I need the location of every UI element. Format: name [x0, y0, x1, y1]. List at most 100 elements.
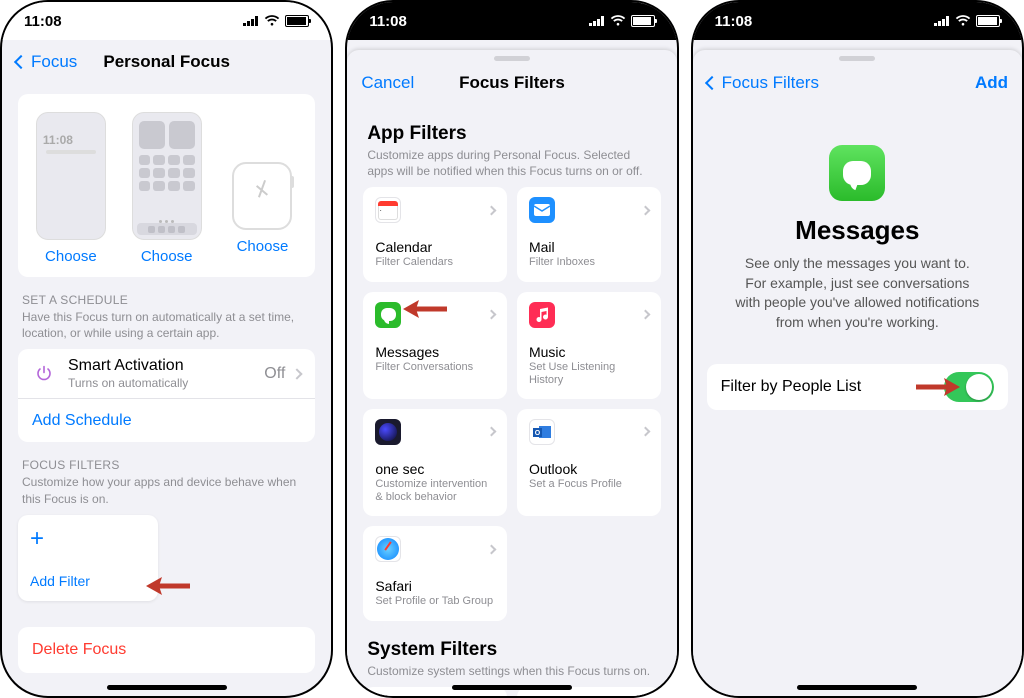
- nav-bar: Focus Personal Focus: [2, 40, 331, 84]
- status-time: 11:08: [715, 13, 753, 30]
- delete-card: Delete Focus: [18, 627, 315, 673]
- app-filter-title: Mail: [529, 239, 649, 255]
- onesec-icon: [375, 419, 401, 445]
- cal-icon: ·: [375, 197, 401, 223]
- power-icon: [32, 365, 56, 383]
- messages-title: Messages: [795, 215, 919, 246]
- app-filter-subtitle: Set Use Listening History: [529, 361, 649, 387]
- app-filter-messages[interactable]: MessagesFilter Conversations: [363, 292, 507, 399]
- app-filter-subtitle: Filter Calendars: [375, 256, 495, 269]
- chevron-right-icon: [487, 205, 497, 215]
- cellular-icon: [589, 16, 605, 26]
- safari-icon: [375, 536, 401, 562]
- battery-icon: [631, 15, 655, 27]
- schedule-desc: Have this Focus turn on automatically at…: [22, 309, 311, 341]
- choose-lock-screen[interactable]: Choose: [45, 248, 97, 265]
- outlook-icon: O: [529, 419, 555, 445]
- messages-description: See only the messages you want to. For e…: [733, 254, 982, 332]
- app-filter-subtitle: Set a Focus Profile: [529, 478, 649, 491]
- app-filter-calendar[interactable]: · CalendarFilter Calendars: [363, 187, 507, 281]
- phone-screen-1: 11:08 Focus Personal Focus 11:08 Choose: [0, 0, 333, 698]
- app-filter-mail[interactable]: MailFilter Inboxes: [517, 187, 661, 281]
- chevron-right-icon: [640, 427, 650, 437]
- status-time: 11:08: [24, 13, 62, 30]
- nav-title: Focus Filters: [459, 73, 565, 93]
- app-filter-outlook[interactable]: O OutlookSet a Focus Profile: [517, 409, 661, 516]
- app-filter-subtitle: Customize intervention & block behavior: [375, 478, 495, 504]
- schedule-header: SET A SCHEDULE: [22, 293, 311, 307]
- add-button[interactable]: Add: [975, 73, 1008, 93]
- filter-people-toggle[interactable]: [944, 372, 994, 402]
- filters-desc: Customize how your apps and device behav…: [22, 474, 311, 506]
- cancel-button[interactable]: Cancel: [361, 73, 414, 93]
- add-filter-card[interactable]: + Add Filter: [18, 515, 158, 601]
- filter-people-row[interactable]: Filter by People List: [707, 364, 1008, 410]
- app-filters-grid: · CalendarFilter Calendars MailFilter Inbo…: [363, 187, 660, 620]
- status-bar: 11:08: [2, 2, 331, 40]
- home-screen-preview[interactable]: [132, 112, 202, 240]
- home-indicator: [452, 685, 572, 690]
- delete-focus-button[interactable]: Delete Focus: [18, 627, 315, 673]
- app-filter-music[interactable]: MusicSet Use Listening History: [517, 292, 661, 399]
- back-button[interactable]: Focus Filters: [707, 73, 819, 93]
- svg-text:O: O: [535, 430, 541, 437]
- chevron-right-icon: [640, 205, 650, 215]
- wifi-icon: [955, 15, 971, 27]
- app-filter-subtitle: Filter Conversations: [375, 361, 495, 374]
- nav-bar: Focus Filters Add: [693, 61, 1022, 105]
- wifi-icon: [610, 15, 626, 27]
- customize-screens-card: 11:08 Choose Choose Choose: [18, 94, 315, 277]
- music-icon: [529, 302, 555, 328]
- system-filters-header: System Filters: [367, 639, 656, 661]
- app-filter-title: Calendar: [375, 239, 495, 255]
- app-filter-subtitle: Filter Inboxes: [529, 256, 649, 269]
- watch-face-preview[interactable]: [232, 162, 292, 230]
- app-filter-safari[interactable]: SafariSet Profile or Tab Group: [363, 526, 507, 620]
- app-filters-desc: Customize apps during Personal Focus. Se…: [367, 147, 656, 179]
- status-bar: 11:08: [693, 2, 1022, 40]
- app-filter-title: one sec: [375, 461, 495, 477]
- add-schedule-row[interactable]: Add Schedule: [18, 398, 315, 442]
- battery-icon: [976, 15, 1000, 27]
- plus-icon: +: [30, 527, 146, 551]
- chevron-left-icon: [16, 52, 28, 72]
- content-area: 11:08 Choose Choose Choose SET A SCHEDUL: [2, 84, 331, 696]
- home-indicator: [107, 685, 227, 690]
- content-area: App Filters Customize apps during Person…: [347, 105, 676, 696]
- smart-activation-row[interactable]: Smart Activation Turns on automatically …: [18, 349, 315, 398]
- choose-home-screen[interactable]: Choose: [141, 248, 193, 265]
- home-indicator: [797, 685, 917, 690]
- chevron-right-icon: [487, 427, 497, 437]
- wifi-icon: [264, 15, 280, 27]
- status-time: 11:08: [369, 13, 407, 30]
- cellular-icon: [934, 16, 950, 26]
- lock-screen-preview[interactable]: 11:08: [36, 112, 106, 240]
- app-filter-title: Outlook: [529, 461, 649, 477]
- schedule-card: Smart Activation Turns on automatically …: [18, 349, 315, 442]
- chevron-right-icon: [487, 310, 497, 320]
- chevron-left-icon: [707, 73, 719, 93]
- system-filters-desc: Customize system settings when this Focu…: [367, 663, 656, 679]
- annotation-arrow: [146, 577, 192, 595]
- filters-header: FOCUS FILTERS: [22, 458, 311, 472]
- back-button[interactable]: Focus: [16, 52, 77, 72]
- battery-icon: [285, 15, 309, 27]
- phone-screen-2: 11:08 Cancel Focus Filters App Filters C…: [345, 0, 678, 698]
- status-bar: 11:08: [347, 2, 676, 40]
- add-filter-label: Add Filter: [30, 573, 146, 589]
- chevron-right-icon: [640, 310, 650, 320]
- app-filter-title: Safari: [375, 578, 495, 594]
- app-filter-title: Messages: [375, 344, 495, 360]
- app-filters-header: App Filters: [367, 123, 656, 145]
- nav-title: Personal Focus: [103, 52, 230, 72]
- phone-screen-3: 11:08 Focus Filters Add Messages See onl…: [691, 0, 1024, 698]
- app-filter-one sec[interactable]: one secCustomize intervention & block be…: [363, 409, 507, 516]
- messages-app-icon: [829, 145, 885, 201]
- nav-bar: Cancel Focus Filters: [347, 61, 676, 105]
- choose-watch-face[interactable]: Choose: [237, 238, 289, 255]
- mail-icon: [529, 197, 555, 223]
- chevron-right-icon: [292, 368, 303, 379]
- app-filter-title: Music: [529, 344, 649, 360]
- content-area: Messages See only the messages you want …: [693, 105, 1022, 696]
- cellular-icon: [243, 16, 259, 26]
